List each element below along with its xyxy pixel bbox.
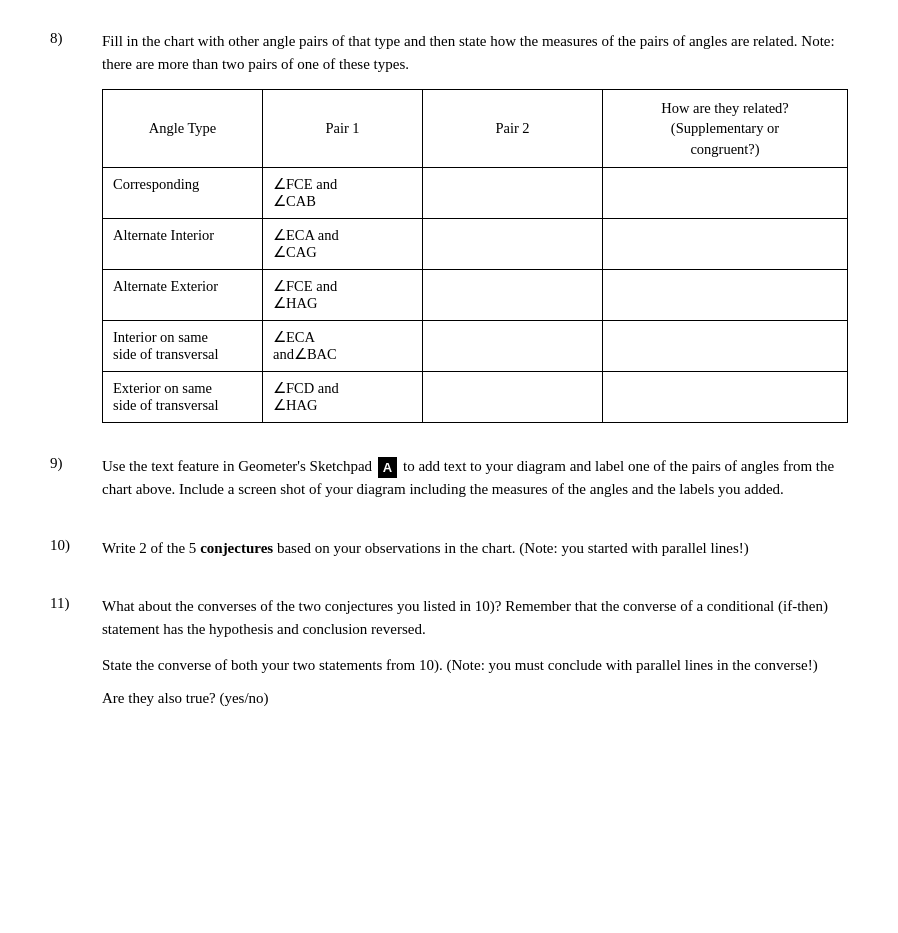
question-10: 10) Write 2 of the 5 conjectures based o… [50, 537, 848, 574]
header-pair2: Pair 2 [423, 90, 603, 168]
header-related: How are they related?(Supplementary orco… [603, 90, 848, 168]
cell-related-alt-exterior [603, 269, 848, 320]
q10-text-part2: based on your observations in the chart.… [273, 540, 749, 556]
question-9-number: 9) [50, 455, 86, 515]
cell-related-alt-interior [603, 218, 848, 269]
cell-type-corresponding: Corresponding [103, 167, 263, 218]
header-pair1: Pair 1 [263, 90, 423, 168]
cell-pair2-interior-same [423, 320, 603, 371]
q10-bold-word: conjectures [200, 540, 273, 556]
cell-pair2-alt-exterior [423, 269, 603, 320]
table-row-corresponding: Corresponding ∠FCE and∠CAB [103, 167, 848, 218]
cell-type-alt-exterior: Alternate Exterior [103, 269, 263, 320]
cell-related-exterior-same [603, 371, 848, 422]
cell-pair1-alt-interior: ∠ECA and∠CAG [263, 218, 423, 269]
angle-table: Angle Type Pair 1 Pair 2 How are they re… [102, 89, 848, 423]
cell-related-corresponding [603, 167, 848, 218]
table-row-alternate-exterior: Alternate Exterior ∠FCE and∠HAG [103, 269, 848, 320]
question-8-text: Fill in the chart with other angle pairs… [102, 30, 848, 75]
question-10-text: Write 2 of the 5 conjectures based on yo… [102, 537, 848, 560]
sketchpad-icon: A [378, 457, 397, 479]
question-10-number: 10) [50, 537, 86, 574]
q9-text-before: Use the text feature in Geometer's Sketc… [102, 458, 372, 474]
cell-pair1-alt-exterior: ∠FCE and∠HAG [263, 269, 423, 320]
header-angle-type: Angle Type [103, 90, 263, 168]
cell-type-alt-interior: Alternate Interior [103, 218, 263, 269]
cell-pair1-corresponding: ∠FCE and∠CAB [263, 167, 423, 218]
question-11-text2: State the converse of both your two stat… [102, 654, 848, 677]
question-11: 11) What about the converses of the two … [50, 595, 848, 709]
question-8-number: 8) [50, 30, 86, 433]
table-row-exterior-same: Exterior on sameside of transversal ∠FCD… [103, 371, 848, 422]
question-11-content: What about the converses of the two conj… [102, 595, 848, 709]
q10-text-part1: Write 2 of the 5 [102, 540, 200, 556]
cell-pair2-alt-interior [423, 218, 603, 269]
cell-pair2-exterior-same [423, 371, 603, 422]
cell-pair1-exterior-same: ∠FCD and∠HAG [263, 371, 423, 422]
cell-type-exterior-same: Exterior on sameside of transversal [103, 371, 263, 422]
cell-pair2-corresponding [423, 167, 603, 218]
question-8: 8) Fill in the chart with other angle pa… [50, 30, 848, 433]
cell-related-interior-same [603, 320, 848, 371]
question-11-text3: Are they also true? (yes/no) [102, 687, 848, 710]
table-header-row: Angle Type Pair 1 Pair 2 How are they re… [103, 90, 848, 168]
table-row-alternate-interior: Alternate Interior ∠ECA and∠CAG [103, 218, 848, 269]
cell-type-interior-same: Interior on sameside of transversal [103, 320, 263, 371]
question-11-number: 11) [50, 595, 86, 709]
table-row-interior-same: Interior on sameside of transversal ∠ECA… [103, 320, 848, 371]
question-9-content: Use the text feature in Geometer's Sketc… [102, 455, 848, 515]
cell-pair1-interior-same: ∠ECAand∠BAC [263, 320, 423, 371]
question-11-text1: What about the converses of the two conj… [102, 595, 848, 640]
question-8-content: Fill in the chart with other angle pairs… [102, 30, 848, 433]
question-10-content: Write 2 of the 5 conjectures based on yo… [102, 537, 848, 574]
question-9-text: Use the text feature in Geometer's Sketc… [102, 455, 848, 501]
question-9: 9) Use the text feature in Geometer's Sk… [50, 455, 848, 515]
